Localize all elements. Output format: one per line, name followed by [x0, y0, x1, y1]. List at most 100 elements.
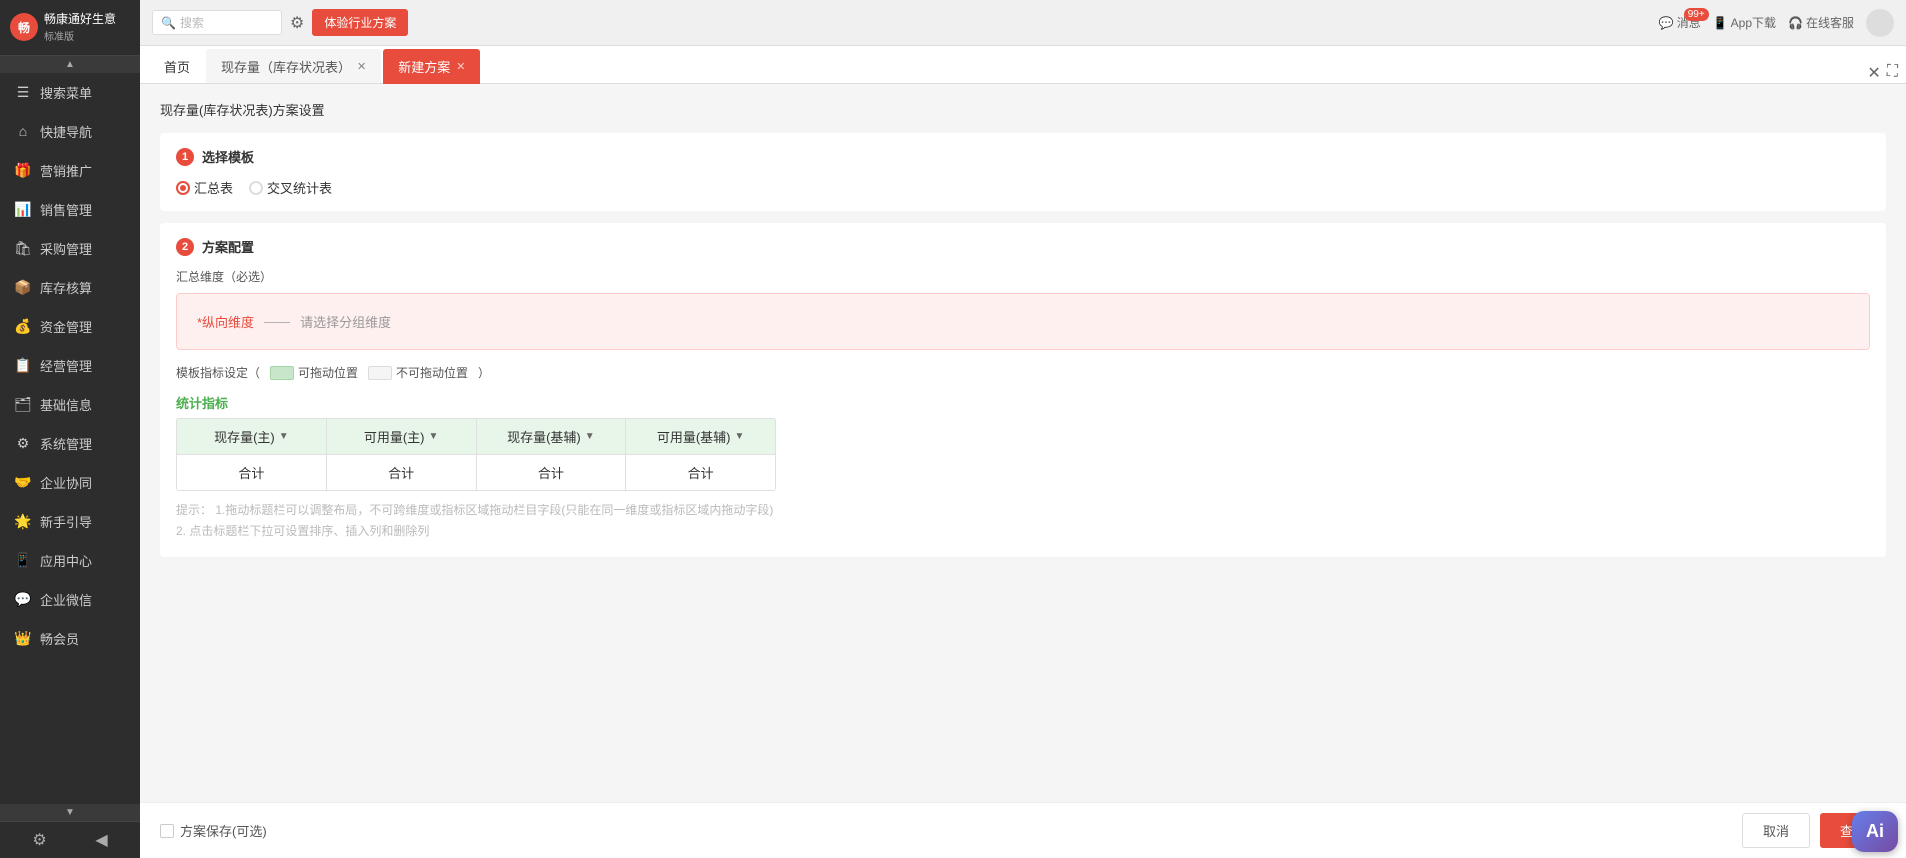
tab-new-plan-close-icon[interactable]: ✕ [456, 60, 465, 73]
finance-icon: 💰 [14, 317, 32, 335]
sidebar-item-label: 企业协同 [40, 473, 92, 492]
sidebar-item-enterprise-wechat[interactable]: 💬 企业微信 [0, 580, 140, 619]
cell-current-main: 合计 [177, 454, 327, 490]
sidebar-item-purchase[interactable]: 🛍 采购管理 [0, 229, 140, 268]
radio-summary-table[interactable]: 汇总表 [176, 178, 233, 197]
col-available-main[interactable]: 可用量(主) ▼ [327, 419, 477, 454]
cell-available-aux: 合计 [626, 454, 775, 490]
col-current-main[interactable]: 现存量(主) ▼ [177, 419, 327, 454]
stats-title: 统计指标 [176, 393, 1870, 412]
topbar-settings-icon[interactable]: ⚙ [290, 13, 304, 33]
trial-industry-plan-button[interactable]: 体验行业方案 [312, 9, 408, 36]
stats-table: 现存量(主) ▼ 可用量(主) ▼ 现存量(基辅) ▼ 可用量(基辅) ▼ [176, 418, 776, 491]
page-title: 现存量(库存状况表)方案设置 [160, 100, 1886, 119]
enterprise-wechat-icon: 💬 [14, 590, 32, 608]
sidebar-item-finance[interactable]: 💰 资金管理 [0, 307, 140, 346]
logo-icon: 畅 [10, 13, 38, 41]
user-avatar[interactable] [1866, 9, 1894, 37]
chevron-down-icon: ▼ [429, 431, 439, 442]
sidebar-item-marketing[interactable]: 🎁 营销推广 [0, 151, 140, 190]
ai-bubble[interactable]: Ai [1852, 811, 1898, 852]
tip-1: 提示： 1.拖动标题栏可以调整布局，不可跨维度或指标区域拖动栏目字段(只能在同一… [176, 501, 1870, 518]
window-controls: ✕ ⛶ [1859, 63, 1906, 83]
sidebar-item-inventory[interactable]: 📦 库存核算 [0, 268, 140, 307]
sidebar-scroll-down[interactable]: ▼ [0, 804, 140, 821]
tab-home[interactable]: 首页 [150, 50, 204, 83]
col-available-aux[interactable]: 可用量(基辅) ▼ [626, 419, 775, 454]
topbar-search[interactable]: 🔍 搜索 [152, 10, 282, 35]
tab-inventory-close-icon[interactable]: ✕ [357, 60, 366, 73]
col-current-aux[interactable]: 现存量(基辅) ▼ [477, 419, 627, 454]
sidebar-item-sales[interactable]: 📊 销售管理 [0, 190, 140, 229]
tab-inventory[interactable]: 现存量（库存状况表） ✕ [206, 49, 381, 83]
sidebar-item-basic-info[interactable]: 🗂 基础信息 [0, 385, 140, 424]
cancel-button[interactable]: 取消 [1742, 813, 1810, 848]
sidebar-item-operations[interactable]: 📋 经营管理 [0, 346, 140, 385]
save-label: 方案保存(可选) [180, 821, 267, 840]
save-checkbox[interactable] [160, 824, 174, 838]
step1-badge: 1 [176, 148, 194, 166]
sidebar-item-label: 搜索菜单 [40, 83, 92, 102]
headset-icon: 🎧 [1788, 16, 1803, 30]
stats-table-body: 合计 合计 合计 合计 [177, 454, 775, 490]
system-icon: ⚙ [14, 434, 32, 452]
radio-summary-dot [176, 181, 190, 195]
template-indicator: 模板指标设定（ 可拖动位置 不可拖动位置 ） [176, 364, 1870, 381]
maximize-icon[interactable]: ⛶ [1887, 63, 1898, 83]
new-guide-icon: 🌟 [14, 512, 32, 530]
search-icon: 🔍 [161, 16, 176, 30]
tip-2: 2. 点击标题栏下拉可设置排序、插入列和删除列 [176, 522, 1870, 539]
quick-nav-icon: ⌂ [14, 122, 32, 140]
stats-table-header: 现存量(主) ▼ 可用量(主) ▼ 现存量(基辅) ▼ 可用量(基辅) ▼ [177, 419, 775, 454]
sidebar-nav: ☰ 搜索菜单 ⌂ 快捷导航 🎁 营销推广 📊 销售管理 🛍 采购管理 📦 库存核… [0, 73, 140, 804]
sidebar-item-label: 销售管理 [40, 200, 92, 219]
message-badge: 99+ [1684, 8, 1709, 21]
draggable-indicator: 可拖动位置 [270, 364, 358, 381]
basic-info-icon: 🗂 [14, 395, 32, 413]
minimize-icon[interactable]: ✕ [1867, 63, 1880, 83]
sidebar-item-contract[interactable]: 🤝 企业协同 [0, 463, 140, 502]
template-indicator-suffix: ） [478, 364, 490, 381]
topbar-right: 💬 消息 99+ 📱 App下载 🎧 在线客服 [1659, 9, 1894, 37]
radio-summary-label: 汇总表 [194, 178, 233, 197]
sidebar: 畅 畅康通好生意 标准版 ▲ ☰ 搜索菜单 ⌂ 快捷导航 🎁 营销推广 📊 销售… [0, 0, 140, 858]
radio-cross-table[interactable]: 交叉统计表 [249, 178, 332, 197]
sales-icon: 📊 [14, 200, 32, 218]
sidebar-item-search-menu[interactable]: ☰ 搜索菜单 [0, 73, 140, 112]
dimension-label: 汇总维度（必选） [176, 268, 1870, 285]
settings-icon[interactable]: ⚙ [32, 830, 46, 850]
message-button[interactable]: 💬 消息 99+ [1659, 14, 1701, 31]
draggable-box [270, 366, 294, 380]
online-service-button[interactable]: 🎧 在线客服 [1788, 14, 1854, 31]
col-current-aux-label: 现存量(基辅) [507, 427, 581, 446]
dimension-placeholder: 请选择分组维度 [300, 312, 391, 331]
sidebar-item-app-center[interactable]: 📱 应用中心 [0, 541, 140, 580]
sidebar-item-label: 营销推广 [40, 161, 92, 180]
col-available-aux-label: 可用量(基辅) [657, 427, 731, 446]
no-drag-indicator: 不可拖动位置 [368, 364, 468, 381]
tab-new-plan[interactable]: 新建方案 ✕ [383, 49, 480, 84]
topbar: 🔍 搜索 ⚙ 体验行业方案 💬 消息 99+ 📱 App下载 🎧 在线客服 [140, 0, 1906, 46]
sidebar-item-new-guide[interactable]: 🌟 新手引导 [0, 502, 140, 541]
section2-title: 方案配置 [202, 237, 254, 256]
sidebar-item-quick-nav[interactable]: ⌂ 快捷导航 [0, 112, 140, 151]
sidebar-scroll-up[interactable]: ▲ [0, 56, 140, 73]
dimension-box[interactable]: *纵向维度 —— 请选择分组维度 [176, 293, 1870, 350]
collapse-icon[interactable]: ◀ [95, 830, 107, 850]
app-download-button[interactable]: 📱 App下载 [1713, 14, 1776, 31]
section-plan-config: 2 方案配置 汇总维度（必选） *纵向维度 —— 请选择分组维度 模板指标设定（… [160, 223, 1886, 557]
col-available-main-label: 可用量(主) [364, 427, 425, 446]
template-radio-group: 汇总表 交叉统计表 [176, 178, 1870, 197]
main-area: 🔍 搜索 ⚙ 体验行业方案 💬 消息 99+ 📱 App下载 🎧 在线客服 [140, 0, 1906, 858]
cell-available-main: 合计 [327, 454, 477, 490]
step2-badge: 2 [176, 238, 194, 256]
sidebar-item-member[interactable]: 👑 畅会员 [0, 619, 140, 658]
topbar-left: 🔍 搜索 ⚙ 体验行业方案 [152, 9, 1651, 36]
tips-section: 提示： 1.拖动标题栏可以调整布局，不可跨维度或指标区域拖动栏目字段(只能在同一… [176, 501, 1870, 539]
ai-label: Ai [1866, 821, 1884, 842]
search-menu-icon: ☰ [14, 83, 32, 101]
dimension-dash: —— [264, 314, 290, 329]
inventory-icon: 📦 [14, 278, 32, 296]
save-option[interactable]: 方案保存(可选) [160, 821, 267, 840]
sidebar-item-system[interactable]: ⚙ 系统管理 [0, 424, 140, 463]
